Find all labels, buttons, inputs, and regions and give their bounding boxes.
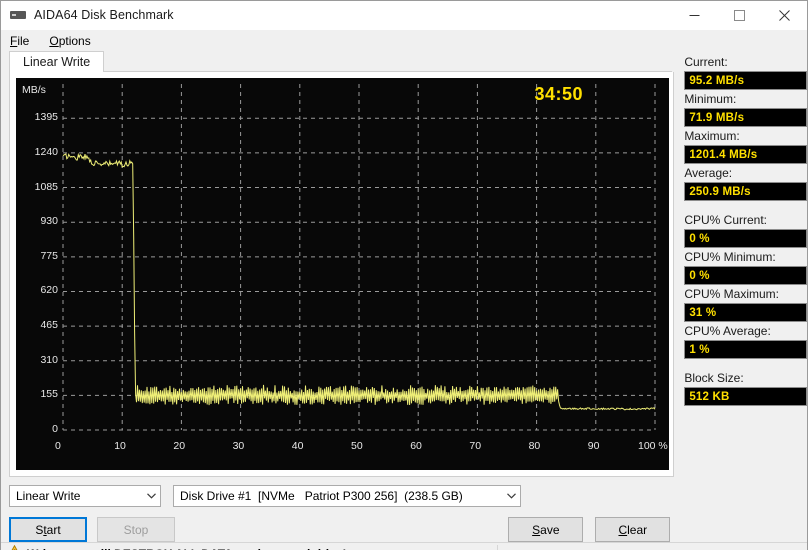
x-tick-label: 20	[173, 440, 186, 452]
left-column: Linear Write MB/s 34:50 0 155 310 465 620 775…	[1, 51, 680, 542]
menu-item-options[interactable]: Options	[47, 32, 99, 50]
y-tick-label: 1395	[34, 111, 58, 124]
elapsed-timer: 34:50	[534, 84, 583, 104]
test-type-select[interactable]: Linear Write	[9, 485, 161, 507]
stat-label: CPU% Minimum:	[684, 250, 776, 264]
y-tick-label: 620	[40, 284, 58, 297]
chevron-down-icon	[502, 486, 520, 506]
close-button[interactable]	[762, 1, 807, 30]
x-tick-label: 50	[351, 440, 363, 452]
stat-current: Current: 95.2 MB/s	[684, 55, 807, 90]
menu-item-file-rest: ile	[17, 33, 30, 48]
stat-value: 250.9 MB/s	[684, 182, 807, 201]
stat-cpu-average: CPU% Average: 1 %	[684, 324, 807, 359]
controls-area: Linear Write Disk Drive #1 [NVMe Patriot…	[1, 477, 680, 542]
minimize-button[interactable]	[672, 1, 717, 30]
start-button[interactable]: Start	[9, 517, 87, 542]
test-type-value: Linear Write	[16, 489, 81, 503]
save-button[interactable]: Save	[508, 517, 584, 542]
y-tick-label: 465	[40, 319, 58, 332]
stat-label: CPU% Current:	[684, 213, 767, 227]
chart-panel: MB/s 34:50 0 155 310 465 620 775 930 1085 1240 13…	[9, 72, 674, 477]
stat-minimum: Minimum: 71.9 MB/s	[684, 92, 807, 127]
stat-average: Average: 250.9 MB/s	[684, 166, 807, 201]
button-row: Start Stop Save Clear	[9, 517, 680, 542]
save-button-label: Save	[532, 522, 560, 537]
x-tick-label: 30	[232, 440, 245, 452]
y-tick-label: 310	[40, 353, 58, 366]
stat-cpu-maximum: CPU% Maximum: 31 %	[684, 287, 807, 322]
status-bar: Write tests will DESTROY ALL DATA on the…	[1, 542, 807, 550]
stat-value: 31 %	[684, 303, 807, 322]
stat-value: 512 KB	[684, 387, 807, 406]
benchmark-chart: MB/s 34:50 0 155 310 465 620 775 930 1085 1240 13…	[16, 78, 669, 470]
stat-cpu-current: CPU% Current: 0 %	[684, 213, 807, 248]
start-button-label: Start	[35, 522, 61, 537]
stat-label: CPU% Average:	[684, 324, 771, 338]
title-bar: AIDA64 Disk Benchmark	[1, 1, 807, 30]
chart-unit-label: MB/s	[22, 84, 46, 96]
menu-item-options-rest: ptions	[58, 33, 91, 48]
tab-strip-divider	[9, 71, 673, 72]
status-divider	[497, 545, 498, 550]
drive-select-value: Disk Drive #1 [NVMe Patriot P300 256] (2…	[180, 489, 463, 503]
stat-label: CPU% Maximum:	[684, 287, 779, 301]
stat-value: 0 %	[684, 266, 807, 285]
chart-canvas	[62, 84, 656, 431]
stat-value: 71.9 MB/s	[684, 108, 807, 127]
x-tick-label: 100 %	[638, 440, 668, 452]
stop-button-label: Stop	[123, 522, 149, 537]
main-body: Linear Write MB/s 34:50 0 155 310 465 620 775…	[1, 51, 807, 542]
stat-value: 1201.4 MB/s	[684, 145, 807, 164]
x-tick-label: 90	[587, 440, 600, 452]
statistics-sidebar: Current: 95.2 MB/s Minimum: 71.9 MB/s Maximu…	[680, 51, 807, 542]
maximize-button[interactable]	[717, 1, 762, 30]
menu-bar: File Options	[1, 30, 807, 51]
y-tick-label: 775	[40, 249, 58, 262]
stat-value: 1 %	[684, 340, 807, 359]
warning-triangle-icon	[7, 544, 22, 550]
stat-value: 95.2 MB/s	[684, 71, 807, 90]
disk-icon	[10, 7, 26, 23]
stat-label: Average:	[684, 166, 733, 180]
x-tick-label: 70	[469, 440, 482, 452]
drive-select-capacity: (238.5 GB)	[397, 489, 463, 503]
select-row: Linear Write Disk Drive #1 [NVMe Patriot…	[9, 485, 680, 507]
stop-button: Stop	[97, 517, 175, 542]
y-tick-label: 0	[52, 423, 58, 435]
stat-label: Minimum:	[684, 92, 737, 106]
x-tick-label: 80	[528, 440, 541, 452]
tab-linear-write[interactable]: Linear Write	[9, 51, 105, 72]
menu-item-file[interactable]: File	[8, 32, 38, 50]
drive-select-name: Disk Drive #1 [NVMe Patriot P300 256]	[180, 489, 398, 503]
drive-select[interactable]: Disk Drive #1 [NVMe Patriot P300 256] (2…	[173, 485, 521, 507]
stat-block-size: Block Size: 512 KB	[684, 371, 807, 406]
clear-button-label: Clear	[618, 522, 648, 537]
stat-value: 0 %	[684, 229, 807, 248]
x-tick-label: 0	[55, 440, 61, 452]
y-tick-label: 930	[40, 215, 58, 228]
chevron-down-icon	[142, 486, 160, 506]
y-tick-label: 1240	[34, 145, 58, 158]
y-tick-label: 155	[40, 388, 58, 401]
stat-cpu-minimum: CPU% Minimum: 0 %	[684, 250, 807, 285]
stat-maximum: Maximum: 1201.4 MB/s	[684, 129, 807, 164]
tab-linear-write-label: Linear Write	[23, 55, 91, 69]
window-title: AIDA64 Disk Benchmark	[34, 8, 174, 22]
clear-button[interactable]: Clear	[595, 517, 671, 542]
stat-label: Block Size:	[684, 371, 744, 385]
x-tick-label: 60	[410, 440, 422, 452]
window-controls	[672, 1, 807, 30]
y-tick-label: 1085	[34, 180, 58, 193]
stat-label: Current:	[684, 55, 728, 69]
tab-strip: Linear Write	[9, 51, 680, 72]
x-tick-label: 10	[114, 440, 126, 452]
stat-label: Maximum:	[684, 129, 740, 143]
x-tick-label: 40	[291, 440, 304, 452]
aida64-disk-benchmark-window: AIDA64 Disk Benchmark File Options Linea…	[0, 0, 808, 550]
